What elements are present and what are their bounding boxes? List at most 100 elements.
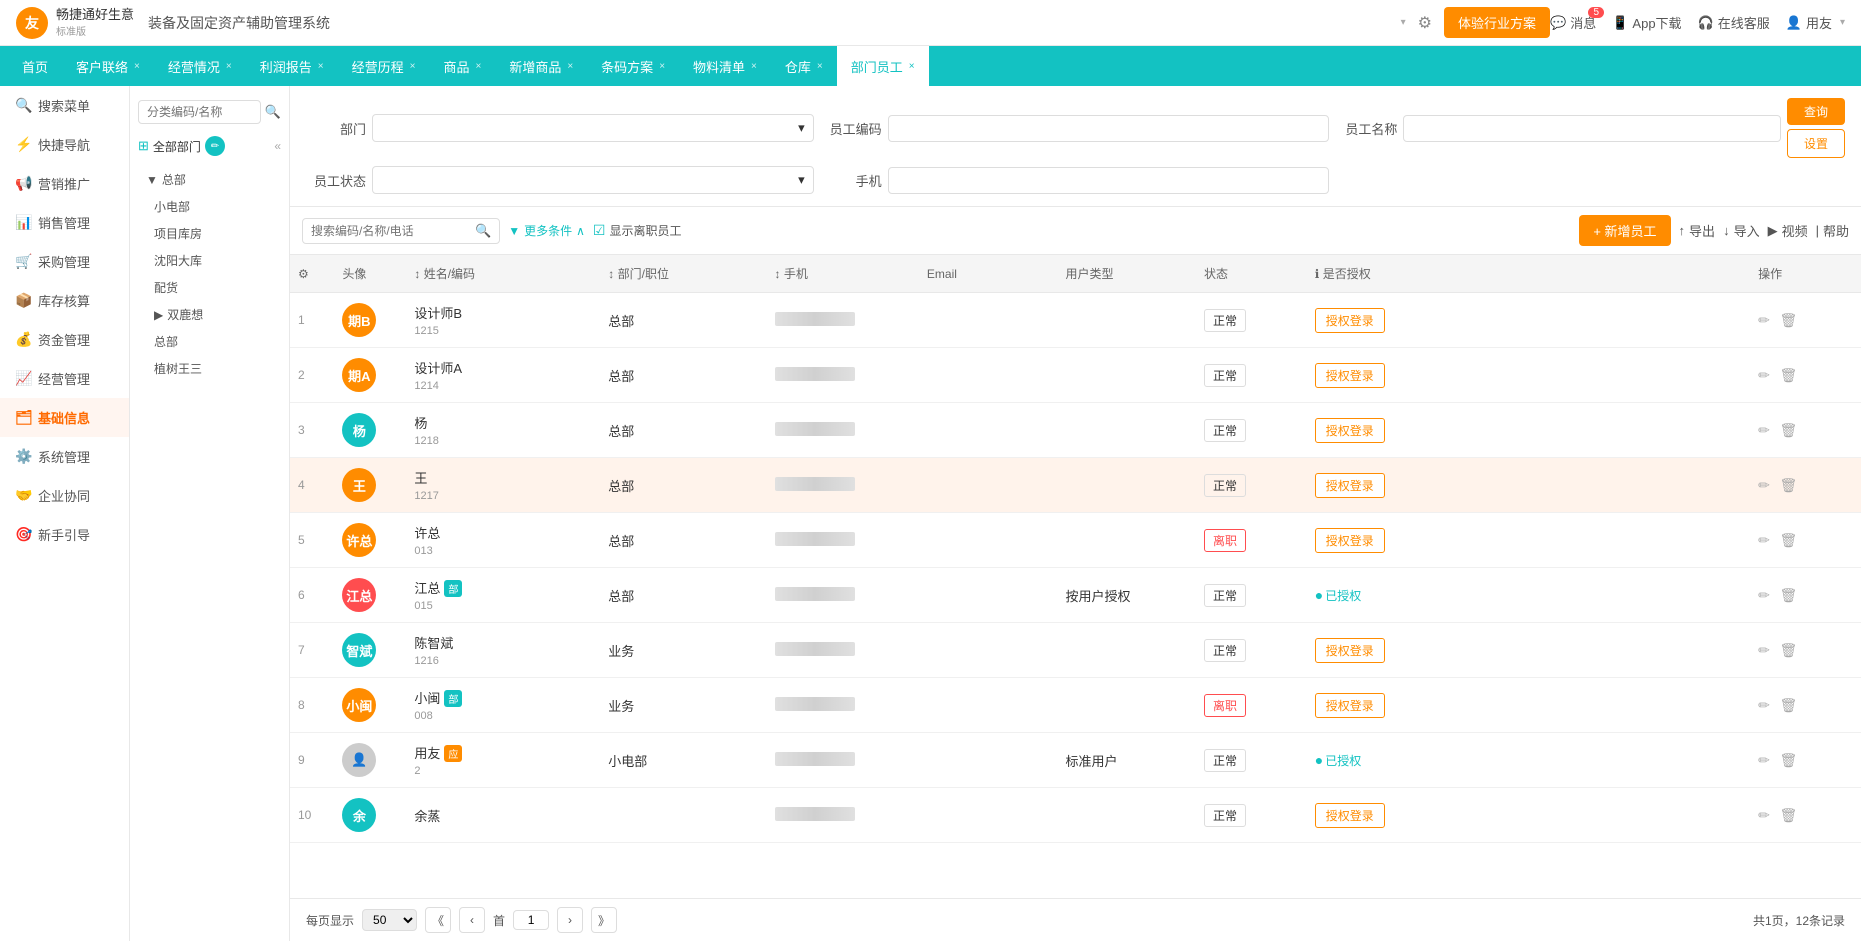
add-employee-btn[interactable]: + 新增员工 bbox=[1579, 215, 1670, 246]
sidebar-item-business[interactable]: 📈 经营管理 bbox=[0, 359, 129, 398]
sidebar-item-quicknav[interactable]: ⚡ 快捷导航 bbox=[0, 125, 129, 164]
tab-dept-staff-close[interactable]: × bbox=[909, 61, 915, 72]
sidebar-item-collab[interactable]: 🤝 企业协同 bbox=[0, 476, 129, 515]
delete-btn[interactable]: 🗑 bbox=[1779, 532, 1797, 548]
edit-btn[interactable]: ✏ bbox=[1758, 752, 1770, 768]
delete-btn[interactable]: 🗑 bbox=[1779, 312, 1797, 328]
auth-login-btn[interactable]: 授权登录 bbox=[1315, 363, 1385, 388]
edit-btn[interactable]: ✏ bbox=[1758, 807, 1770, 823]
last-page-btn[interactable]: 》 bbox=[591, 907, 617, 933]
next-page-btn[interactable]: › bbox=[557, 907, 583, 933]
tab-history-close[interactable]: × bbox=[410, 61, 416, 72]
sidebar-item-system[interactable]: ⚙️ 系统管理 bbox=[0, 437, 129, 476]
dept-node-planting[interactable]: 植树王三 bbox=[130, 355, 289, 382]
filter-emp-code-input[interactable] bbox=[888, 115, 1330, 142]
tab-warehouse-close[interactable]: × bbox=[817, 61, 823, 72]
more-filter-btn[interactable]: ▼ 更多条件 ∧ bbox=[508, 222, 585, 239]
tab-barcode-close[interactable]: × bbox=[659, 61, 665, 72]
dept-collapse-btn[interactable]: « bbox=[274, 139, 281, 153]
sidebar-item-purchase[interactable]: 🛒 采购管理 bbox=[0, 242, 129, 281]
th-settings[interactable]: ⚙ bbox=[290, 255, 334, 293]
page-number-input[interactable] bbox=[513, 910, 549, 930]
tab-goods[interactable]: 商品× bbox=[429, 46, 495, 86]
tab-warehouse[interactable]: 仓库× bbox=[771, 46, 837, 86]
filter-dept-select[interactable]: ▾ bbox=[372, 114, 814, 142]
tab-home[interactable]: 首页 bbox=[8, 46, 62, 86]
dept-node-headquarters[interactable]: ▼ 总部 bbox=[130, 166, 289, 193]
auth-login-btn[interactable]: 授权登录 bbox=[1315, 308, 1385, 333]
dept-node-project-store[interactable]: 项目库房 bbox=[130, 220, 289, 247]
tab-history[interactable]: 经营历程× bbox=[338, 46, 430, 86]
help-btn[interactable]: | 帮助 bbox=[1816, 221, 1849, 240]
sidebar-item-search[interactable]: 🔍 搜索菜单 bbox=[0, 86, 129, 125]
auth-login-btn[interactable]: 授权登录 bbox=[1315, 638, 1385, 663]
gear-icon[interactable]: ⚙ bbox=[1418, 13, 1432, 33]
auth-login-btn[interactable]: 授权登录 bbox=[1315, 418, 1385, 443]
tab-customer-close[interactable]: × bbox=[134, 61, 140, 72]
edit-btn[interactable]: ✏ bbox=[1758, 532, 1770, 548]
delete-btn[interactable]: 🗑 bbox=[1779, 477, 1797, 493]
dept-header[interactable]: ⊞ 全部部门 ✏ « bbox=[130, 130, 289, 162]
edit-btn[interactable]: ✏ bbox=[1758, 697, 1770, 713]
filter-status-select[interactable]: ▾ bbox=[372, 166, 814, 194]
view-btn[interactable]: ▶ 视频 bbox=[1768, 221, 1808, 240]
delete-btn[interactable]: 🗑 bbox=[1779, 642, 1797, 658]
tab-add-goods[interactable]: 新增商品× bbox=[495, 46, 587, 86]
online-service-btn[interactable]: 🎧 在线客服 bbox=[1698, 13, 1770, 32]
app-download-btn[interactable]: 📱 App下载 bbox=[1612, 13, 1681, 32]
delete-btn[interactable]: 🗑 bbox=[1779, 422, 1797, 438]
dept-node-shuanglu[interactable]: ▶ 双鹿想 bbox=[130, 301, 289, 328]
dept-edit-btn[interactable]: ✏ bbox=[205, 136, 225, 156]
dept-node-shenyang[interactable]: 沈阳大库 bbox=[130, 247, 289, 274]
tab-goods-close[interactable]: × bbox=[475, 61, 481, 72]
tab-add-goods-close[interactable]: × bbox=[567, 61, 573, 72]
sidebar-item-inventory[interactable]: 📦 库存核算 bbox=[0, 281, 129, 320]
tab-material-close[interactable]: × bbox=[751, 61, 757, 72]
tab-barcode[interactable]: 条码方案× bbox=[587, 46, 679, 86]
tab-customer[interactable]: 客户联络× bbox=[62, 46, 154, 86]
edit-btn[interactable]: ✏ bbox=[1758, 477, 1770, 493]
filter-emp-name-input[interactable] bbox=[1403, 115, 1781, 142]
delete-btn[interactable]: 🗑 bbox=[1779, 367, 1797, 383]
sidebar-item-sales[interactable]: 📊 销售管理 bbox=[0, 203, 129, 242]
auth-login-btn[interactable]: 授权登录 bbox=[1315, 528, 1385, 553]
delete-btn[interactable]: 🗑 bbox=[1779, 697, 1797, 713]
th-name-code[interactable]: ↕ 姓名/编码 bbox=[406, 255, 600, 293]
edit-btn[interactable]: ✏ bbox=[1758, 642, 1770, 658]
tab-operation[interactable]: 经营情况× bbox=[154, 46, 246, 86]
filter-phone-input[interactable] bbox=[888, 167, 1330, 194]
dept-node-small-elec[interactable]: 小电部 bbox=[130, 193, 289, 220]
edit-btn[interactable]: ✏ bbox=[1758, 422, 1770, 438]
th-dept-position[interactable]: ↕ 部门/职位 bbox=[600, 255, 766, 293]
export-btn[interactable]: ↑ 导出 bbox=[1679, 221, 1716, 240]
edit-btn[interactable]: ✏ bbox=[1758, 587, 1770, 603]
dept-search-icon[interactable]: 🔍 bbox=[265, 104, 281, 120]
user-btn[interactable]: 👤 用友 ▾ bbox=[1786, 13, 1845, 32]
auth-login-btn[interactable]: 授权登录 bbox=[1315, 803, 1385, 828]
sidebar-item-finance[interactable]: 💰 资金管理 bbox=[0, 320, 129, 359]
system-dropdown-arrow[interactable]: ▾ bbox=[1401, 17, 1406, 28]
tab-material[interactable]: 物料清单× bbox=[679, 46, 771, 86]
th-phone[interactable]: ↕ 手机 bbox=[767, 255, 919, 293]
delete-btn[interactable]: 🗑 bbox=[1779, 752, 1797, 768]
search-icon[interactable]: 🔍 bbox=[475, 223, 491, 239]
edit-btn[interactable]: ✏ bbox=[1758, 312, 1770, 328]
dept-node-distribution[interactable]: 配货 bbox=[130, 274, 289, 301]
query-btn[interactable]: 查询 bbox=[1787, 98, 1845, 125]
delete-btn[interactable]: 🗑 bbox=[1779, 807, 1797, 823]
sidebar-item-guide[interactable]: 🎯 新手引导 bbox=[0, 515, 129, 554]
sidebar-item-marketing[interactable]: 📢 营销推广 bbox=[0, 164, 129, 203]
setting-btn[interactable]: 设置 bbox=[1787, 129, 1845, 158]
message-btn[interactable]: 💬 消息 5 bbox=[1550, 13, 1596, 32]
sidebar-item-basic[interactable]: 🗂 基础信息 bbox=[0, 398, 129, 437]
prev-page-btn[interactable]: ‹ bbox=[459, 907, 485, 933]
page-size-select[interactable]: 50 20 100 bbox=[362, 909, 417, 931]
edit-btn[interactable]: ✏ bbox=[1758, 367, 1770, 383]
import-btn[interactable]: ↓ 导入 bbox=[1723, 221, 1760, 240]
tab-profit[interactable]: 利润报告× bbox=[246, 46, 338, 86]
dept-node-hq[interactable]: 总部 bbox=[130, 328, 289, 355]
first-page-btn[interactable]: 《 bbox=[425, 907, 451, 933]
show-resigned-toggle[interactable]: ☑ 显示离职员工 bbox=[593, 222, 682, 239]
auth-login-btn[interactable]: 授权登录 bbox=[1315, 693, 1385, 718]
auth-login-btn[interactable]: 授权登录 bbox=[1315, 473, 1385, 498]
